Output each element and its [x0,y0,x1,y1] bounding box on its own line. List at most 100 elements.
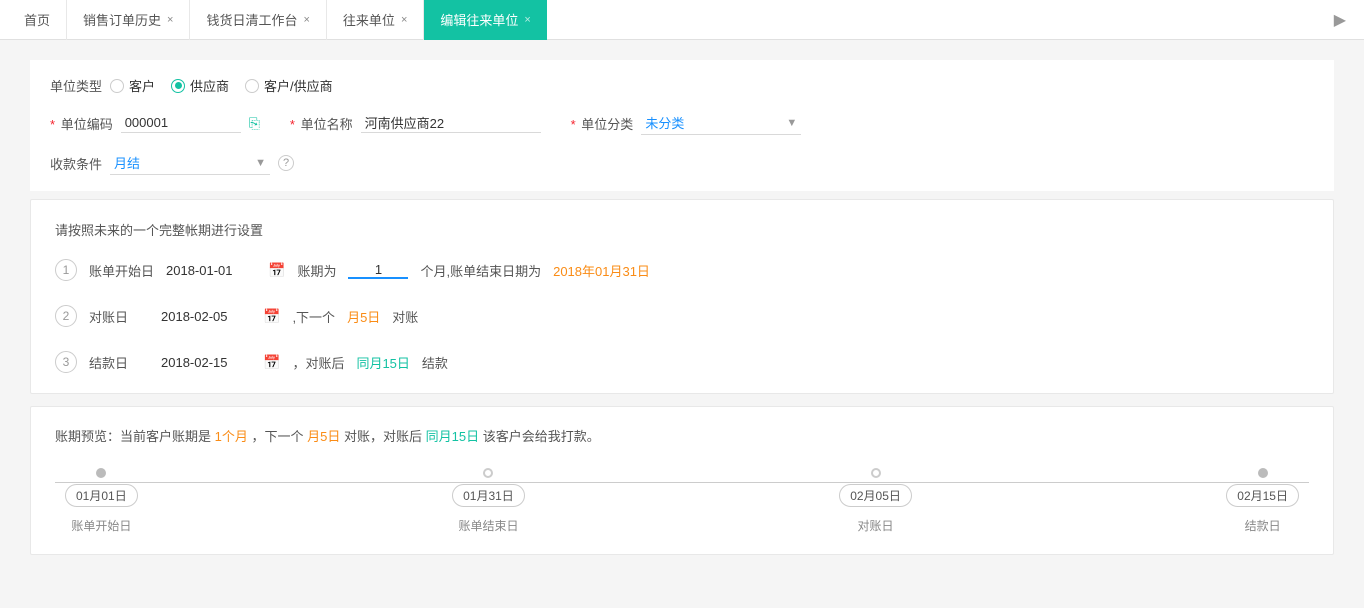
timeline-points: 01月01日 账单开始日 01月31日 账单结束日 02月05日 对账日 02月… [65,468,1299,534]
unit-category-value: 未分类 [645,113,782,132]
step-2-num: 2 [55,305,77,327]
tab-partner-close[interactable]: × [401,14,407,26]
period-title: 请按照未来的一个完整帐期进行设置 [55,220,1309,239]
tab-edit-partner-label: 编辑往来单位 [440,10,518,29]
step-1-period-unit: 个月,账单结束日期为 [420,261,541,280]
tab-home-label: 首页 [24,10,50,29]
tab-cashier[interactable]: 钱货日清工作台 × [190,0,326,40]
unit-name-group: * 单位名称 [290,113,541,133]
timeline-dot-1 [483,468,493,478]
timeline-point-1: 01月31日 账单结束日 [452,468,525,534]
payment-row: 收款条件 月结 ▼ ? [50,151,1314,175]
unit-name-star: * [290,117,295,132]
tab-home[interactable]: 首页 [8,0,67,40]
period-section: 请按照未来的一个完整帐期进行设置 1 账单开始日 2018-01-01 📅 账期… [30,199,1334,394]
preview-highlight2: 月5日 [307,429,340,444]
unit-category-chevron: ▼ [786,117,797,129]
preview-section: 账期预览：当前客户账期是 1个月 ，下一个 月5日 对账，对账后 同月15日 该… [30,406,1334,555]
tab-edit-partner-close[interactable]: × [524,14,530,26]
unit-code-star: * [50,117,55,132]
step-3-desc-suffix: 结款 [422,353,448,372]
radio-supplier[interactable]: 供应商 [171,76,229,95]
timeline-badge-2: 02月05日 [839,484,912,507]
step-3-desc-prefix: ，对账后 [292,353,344,372]
unit-category-dropdown[interactable]: 未分类 ▼ [641,111,801,135]
tab-sales-history-label: 销售订单历史 [83,10,161,29]
tab-partner-label: 往来单位 [343,10,395,29]
step-1-date: 2018-01-01 [166,263,256,278]
payment-group: 收款条件 月结 ▼ ? [50,151,294,175]
unit-type-row: 单位类型 客户 供应商 客户/供应商 [50,76,1314,95]
step-2-cal-icon[interactable]: 📅 [263,308,280,325]
tab-sales-history[interactable]: 销售订单历史 × [67,0,190,40]
step-2-label: 对账日 [89,307,149,326]
help-icon[interactable]: ? [278,155,294,171]
tab-arrow[interactable]: ▶ [1324,10,1356,30]
radio-both-circle [245,79,259,93]
timeline-label-2: 对账日 [858,517,894,534]
period-value-input[interactable] [348,262,408,279]
unit-code-input[interactable] [121,113,241,133]
tab-partner[interactable]: 往来单位 × [327,0,424,40]
timeline-point-0: 01月01日 账单开始日 [65,468,138,534]
radio-group: 客户 供应商 客户/供应商 [110,76,333,95]
timeline-badge-1: 01月31日 [452,484,525,507]
step-2-desc-prefix: ,下一个 [292,307,335,326]
radio-customer-label: 客户 [129,76,155,95]
tab-sales-history-close[interactable]: × [167,14,173,26]
preview-highlight3: 同月15日 [426,429,479,444]
unit-code-copy-icon[interactable]: ⎘ [249,115,260,132]
radio-supplier-label: 供应商 [190,76,229,95]
timeline-dot-3 [1258,468,1268,478]
unit-category-star: * [571,117,576,132]
step-1-period-label: 账期为 [297,261,336,280]
step-2-desc-highlight: 月5日 [347,307,380,326]
step-3-label: 结款日 [89,353,149,372]
timeline-label-1: 账单结束日 [458,517,518,534]
step-1-cal-icon[interactable]: 📅 [268,262,285,279]
tab-cashier-close[interactable]: × [303,14,309,26]
tab-cashier-label: 钱货日清工作台 [206,10,297,29]
radio-customer-circle [110,79,124,93]
unit-code-label: * 单位编码 [50,114,113,133]
timeline-point-3: 02月15日 结款日 [1226,468,1299,534]
unit-category-label: * 单位分类 [571,114,634,133]
unit-name-input[interactable] [361,113,541,133]
step-3-row: 3 结款日 2018-02-15 📅 ，对账后 同月15日 结款 [55,351,1309,373]
radio-supplier-circle [171,79,185,93]
step-1-label: 账单开始日 [89,261,154,280]
timeline: 01月01日 账单开始日 01月31日 账单结束日 02月05日 对账日 02月… [55,468,1309,534]
step-3-desc-highlight: 同月15日 [356,353,409,372]
unit-type-label: 单位类型 [50,76,102,95]
step-2-desc-suffix: 对账 [392,307,418,326]
timeline-label-3: 结款日 [1245,517,1281,534]
payment-label: 收款条件 [50,154,102,173]
preview-suffix: 该客户会给我打款。 [483,429,600,444]
preview-middle1: ，下一个 [252,429,304,444]
payment-value: 月结 [114,153,251,172]
payment-dropdown[interactable]: 月结 ▼ [110,151,270,175]
preview-highlight1: 1个月 [215,429,248,444]
unit-code-group: * 单位编码 ⎘ [50,113,260,133]
step-1-num: 1 [55,259,77,281]
radio-both[interactable]: 客户/供应商 [245,76,333,95]
main-content: 单位类型 客户 供应商 客户/供应商 [0,40,1364,587]
tabs-bar: 首页 销售订单历史 × 钱货日清工作台 × 往来单位 × 编辑往来单位 × ▶ [0,0,1364,40]
radio-customer[interactable]: 客户 [110,76,155,95]
preview-middle2: 对账，对账后 [344,429,422,444]
unit-type-group: 单位类型 客户 供应商 客户/供应商 [50,76,333,95]
step-3-cal-icon[interactable]: 📅 [263,354,280,371]
unit-category-group: * 单位分类 未分类 ▼ [571,111,802,135]
top-form: 单位类型 客户 供应商 客户/供应商 [30,60,1334,191]
step-2-row: 2 对账日 2018-02-05 📅 ,下一个 月5日 对账 [55,305,1309,327]
unit-name-label: * 单位名称 [290,114,353,133]
step-2-date: 2018-02-05 [161,309,251,324]
step-3-date: 2018-02-15 [161,355,251,370]
step-1-period-end-date: 2018年01月31日 [553,261,650,280]
timeline-badge-3: 02月15日 [1226,484,1299,507]
timeline-point-2: 02月05日 对账日 [839,468,912,534]
tab-edit-partner[interactable]: 编辑往来单位 × [424,0,546,40]
preview-prefix: 账期预览：当前客户账期是 [55,429,211,444]
timeline-badge-0: 01月01日 [65,484,138,507]
payment-chevron: ▼ [255,157,266,169]
